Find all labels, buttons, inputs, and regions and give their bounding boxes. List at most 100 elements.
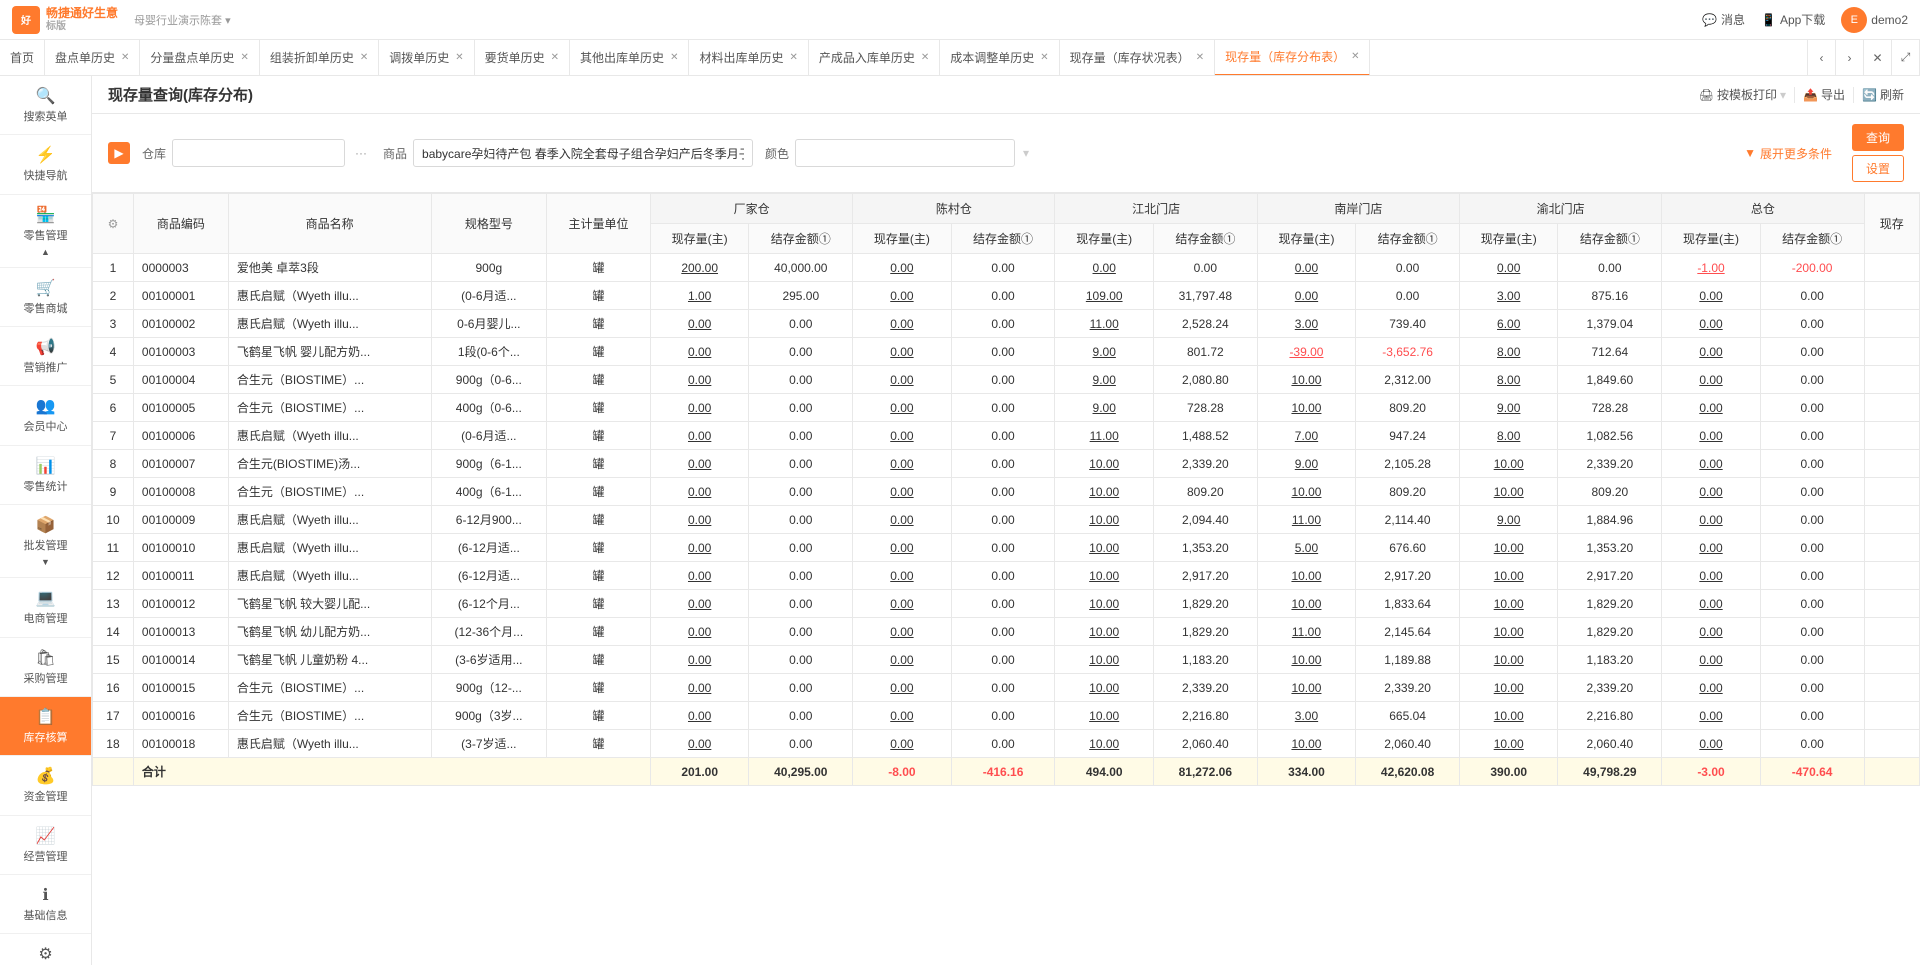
tab-stock-dist[interactable]: 现存量（库存分布表） ✕ (1215, 40, 1370, 76)
sidebar-item-marketing[interactable]: 📢 营销推广 (0, 327, 91, 386)
td-yb-stock[interactable]: 0.00 (1460, 254, 1558, 282)
td-yb-stock[interactable]: 8.00 (1460, 422, 1558, 450)
td-c-stock[interactable]: 0.00 (853, 730, 951, 758)
td-na-stock[interactable]: 5.00 (1257, 534, 1355, 562)
td-yb-stock[interactable]: 10.00 (1460, 618, 1558, 646)
tab-demand[interactable]: 要货单历史 ✕ (475, 40, 570, 76)
tab-close-all-btn[interactable]: ✕ (1864, 40, 1892, 76)
td-jb-stock[interactable]: 10.00 (1055, 618, 1153, 646)
td-yb-stock[interactable]: 10.00 (1460, 730, 1558, 758)
user-area[interactable]: E demo2 (1841, 7, 1908, 33)
tab-next-btn[interactable]: › (1836, 40, 1864, 76)
sidebar-item-purchase[interactable]: 🛍 采购管理 (0, 638, 91, 697)
td-na-stock[interactable]: 0.00 (1257, 254, 1355, 282)
org-selector[interactable]: 母婴行业演示陈套 ▾ (134, 12, 231, 28)
tab-expand-btn[interactable]: ⤢ (1892, 40, 1920, 76)
td-t-stock[interactable]: 0.00 (1662, 730, 1760, 758)
td-yb-stock[interactable]: 10.00 (1460, 674, 1558, 702)
tab-close-cost-adjust[interactable]: ✕ (1040, 52, 1048, 63)
td-na-stock[interactable]: 3.00 (1257, 702, 1355, 730)
td-t-stock[interactable]: 0.00 (1662, 674, 1760, 702)
td-jb-stock[interactable]: 10.00 (1055, 506, 1153, 534)
tab-home[interactable]: 首页 (0, 40, 45, 76)
td-jb-stock[interactable]: 9.00 (1055, 366, 1153, 394)
tab-close-assemble[interactable]: ✕ (360, 52, 368, 63)
td-jb-stock[interactable]: 10.00 (1055, 730, 1153, 758)
td-yb-stock[interactable]: 10.00 (1460, 450, 1558, 478)
tab-close-other-out[interactable]: ✕ (670, 52, 678, 63)
tab-partial[interactable]: 分量盘点单历史 ✕ (140, 40, 259, 76)
tab-cost-adjust[interactable]: 成本调整单历史 ✕ (940, 40, 1059, 76)
sidebar-item-wholesale[interactable]: 📦 批发管理 ▼ (0, 505, 91, 578)
refresh-btn[interactable]: 🔄 刷新 (1862, 86, 1904, 103)
tab-stock-status[interactable]: 现存量（库存状况表） ✕ (1060, 40, 1215, 76)
message-btn[interactable]: 💬 消息 (1702, 11, 1745, 28)
td-jb-stock[interactable]: 10.00 (1055, 534, 1153, 562)
tab-other-out[interactable]: 其他出库单历史 ✕ (570, 40, 689, 76)
td-t-stock[interactable]: 0.00 (1662, 310, 1760, 338)
td-f-stock[interactable]: 0.00 (650, 590, 748, 618)
td-yb-stock[interactable]: 10.00 (1460, 562, 1558, 590)
td-f-stock[interactable]: 0.00 (650, 338, 748, 366)
td-jb-stock[interactable]: 9.00 (1055, 338, 1153, 366)
td-f-stock[interactable]: 0.00 (650, 478, 748, 506)
td-c-stock[interactable]: 0.00 (853, 562, 951, 590)
sidebar-item-finance[interactable]: 💰 资金管理 (0, 756, 91, 815)
td-yb-stock[interactable]: 3.00 (1460, 282, 1558, 310)
td-yb-stock[interactable]: 10.00 (1460, 646, 1558, 674)
td-na-stock[interactable]: 11.00 (1257, 506, 1355, 534)
td-c-stock[interactable]: 0.00 (853, 254, 951, 282)
sidebar-item-basic[interactable]: ℹ 基础信息 (0, 875, 91, 934)
td-c-stock[interactable]: 0.00 (853, 478, 951, 506)
td-na-stock[interactable]: 11.00 (1257, 618, 1355, 646)
td-yb-stock[interactable]: 8.00 (1460, 366, 1558, 394)
tab-material-out[interactable]: 材料出库单历史 ✕ (689, 40, 808, 76)
td-c-stock[interactable]: 0.00 (853, 282, 951, 310)
td-t-stock[interactable]: 0.00 (1662, 506, 1760, 534)
td-t-stock[interactable]: 0.00 (1662, 646, 1760, 674)
td-na-stock[interactable]: 10.00 (1257, 730, 1355, 758)
td-jb-stock[interactable]: 10.00 (1055, 590, 1153, 618)
warehouse-input[interactable] (172, 139, 345, 167)
sidebar-item-system[interactable]: ⚙ 系统管理 (0, 934, 91, 965)
td-yb-stock[interactable]: 10.00 (1460, 478, 1558, 506)
tab-close-stocktake[interactable]: ✕ (121, 52, 129, 63)
tab-prev-btn[interactable]: ‹ (1808, 40, 1836, 76)
td-jb-stock[interactable]: 10.00 (1055, 562, 1153, 590)
td-na-stock[interactable]: -39.00 (1257, 338, 1355, 366)
td-yb-stock[interactable]: 10.00 (1460, 590, 1558, 618)
query-btn[interactable]: 查询 (1852, 124, 1904, 151)
td-c-stock[interactable]: 0.00 (853, 450, 951, 478)
sidebar-item-retail[interactable]: 🏪 零售管理 ▲ (0, 195, 91, 268)
td-c-stock[interactable]: 0.00 (853, 422, 951, 450)
td-c-stock[interactable]: 0.00 (853, 338, 951, 366)
td-jb-stock[interactable]: 9.00 (1055, 394, 1153, 422)
product-input[interactable] (413, 139, 753, 167)
print-btn[interactable]: 🖨 按模板打印 ▾ (1699, 86, 1786, 103)
td-yb-stock[interactable]: 9.00 (1460, 394, 1558, 422)
td-f-stock[interactable]: 0.00 (650, 646, 748, 674)
tab-close-product-in[interactable]: ✕ (921, 52, 929, 63)
td-c-stock[interactable]: 0.00 (853, 618, 951, 646)
color-input[interactable] (795, 139, 1015, 167)
tab-product-in[interactable]: 产成品入库单历史 ✕ (809, 40, 940, 76)
td-jb-stock[interactable]: 10.00 (1055, 478, 1153, 506)
td-t-stock[interactable]: 0.00 (1662, 562, 1760, 590)
td-t-stock[interactable]: 0.00 (1662, 450, 1760, 478)
td-f-stock[interactable]: 0.00 (650, 534, 748, 562)
td-jb-stock[interactable]: 11.00 (1055, 310, 1153, 338)
td-f-stock[interactable]: 0.00 (650, 394, 748, 422)
td-na-stock[interactable]: 3.00 (1257, 310, 1355, 338)
tab-close-transfer[interactable]: ✕ (455, 52, 463, 63)
td-na-stock[interactable]: 0.00 (1257, 282, 1355, 310)
td-t-stock[interactable]: 0.00 (1662, 422, 1760, 450)
setting-btn[interactable]: 设置 (1852, 155, 1904, 182)
td-na-stock[interactable]: 10.00 (1257, 394, 1355, 422)
td-na-stock[interactable]: 10.00 (1257, 478, 1355, 506)
td-f-stock[interactable]: 0.00 (650, 450, 748, 478)
td-f-stock[interactable]: 0.00 (650, 422, 748, 450)
filter-expand-btn[interactable]: ▶ (108, 142, 130, 164)
td-na-stock[interactable]: 10.00 (1257, 590, 1355, 618)
td-c-stock[interactable]: 0.00 (853, 590, 951, 618)
settings-icon[interactable]: ⚙ (108, 217, 119, 231)
